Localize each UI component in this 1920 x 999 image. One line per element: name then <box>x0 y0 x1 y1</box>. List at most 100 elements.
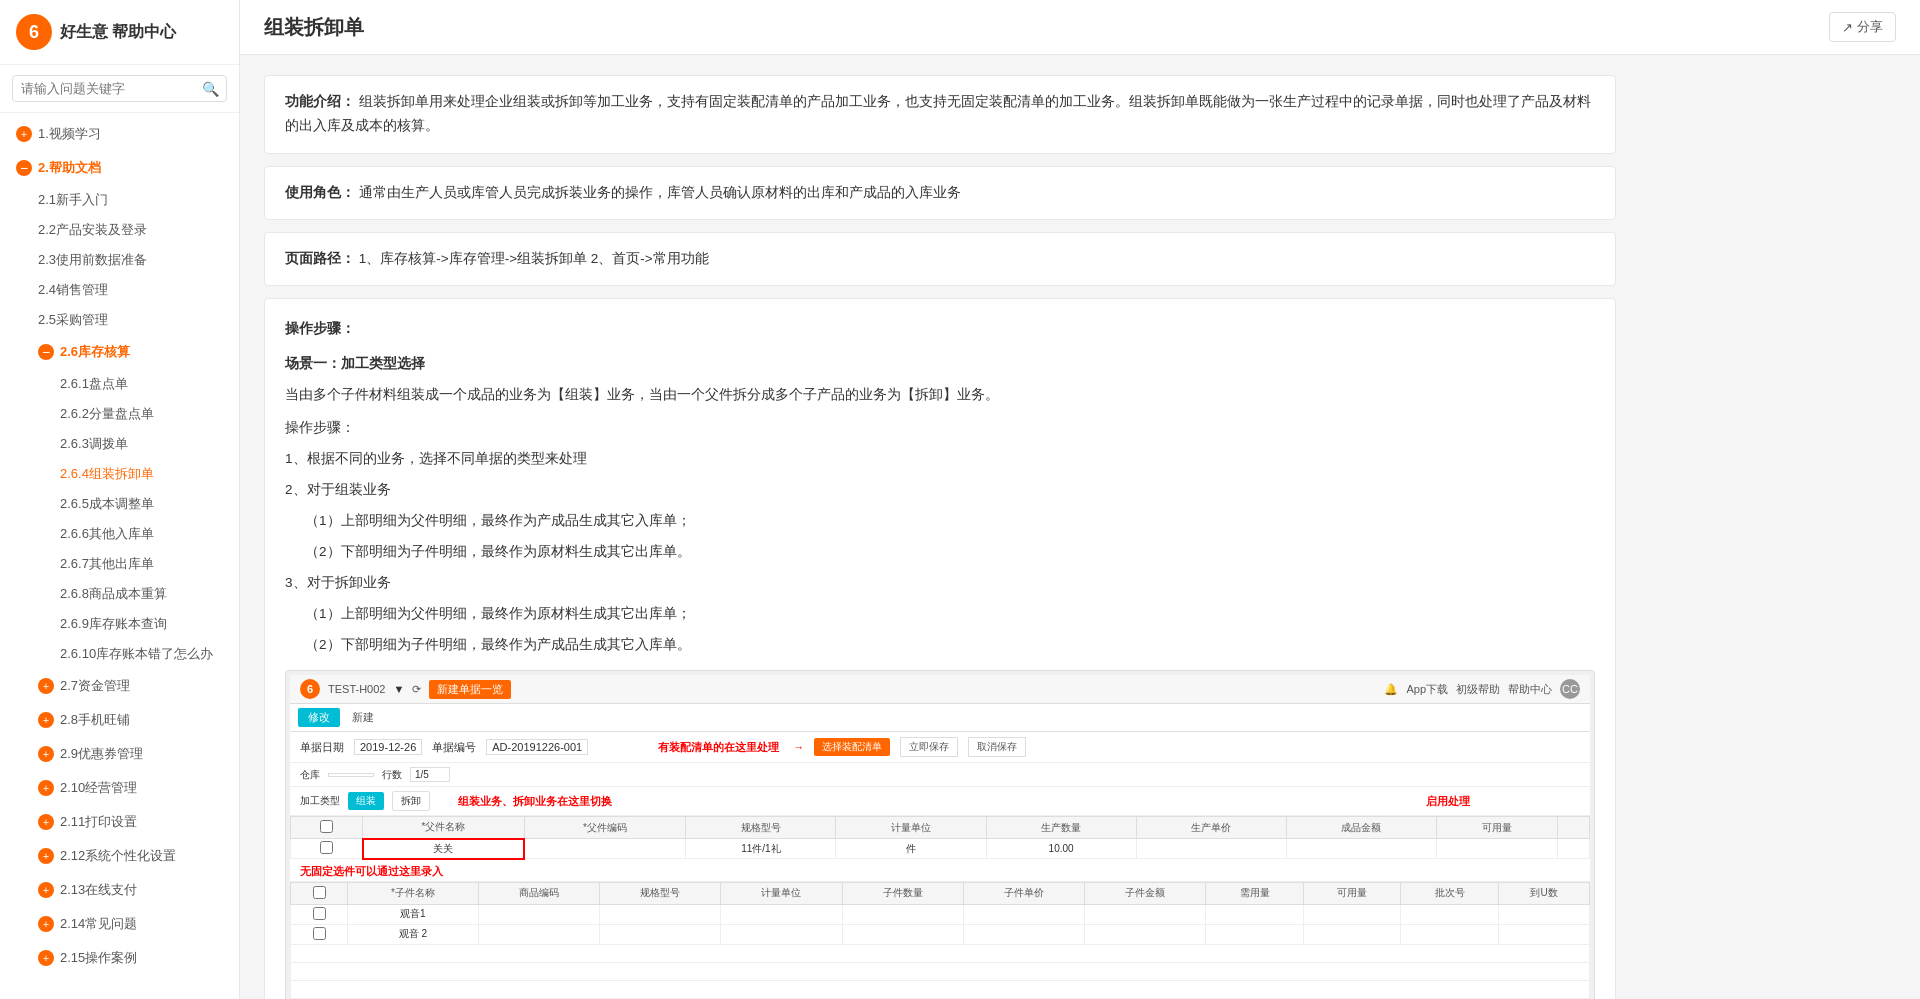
mockup-type-label: 加工类型 <box>300 794 340 808</box>
feature-intro-label: 功能介绍： <box>285 94 355 109</box>
select-all-bottom[interactable] <box>313 886 326 899</box>
step2: 2、对于组装业务 <box>285 476 1595 503</box>
td-action <box>1557 839 1589 859</box>
sub-nav-2-6-3[interactable]: 2.6.3调拨单 <box>60 429 239 459</box>
mockup-choose-btn: 选择装配清单 <box>814 738 890 756</box>
mockup-subform: 仓库 行数 1/5 <box>290 763 1590 787</box>
user-role-label: 使用角色： <box>285 185 355 200</box>
mockup-type-row: 加工类型 组装 拆卸 组装业务、拆卸业务在这里切换 启用处理 <box>290 787 1590 816</box>
share-button[interactable]: ↗ 分享 <box>1829 12 1896 42</box>
mockup-rows-val: 1/5 <box>410 767 450 782</box>
b-row-check-1[interactable] <box>313 907 326 920</box>
sub-nav-2-6-7[interactable]: 2.6.7其他出库单 <box>60 549 239 579</box>
th-avail: 可用量 <box>1436 817 1557 839</box>
empty-row-5 <box>291 980 1590 998</box>
mockup-bell-icon: 🔔 <box>1384 683 1398 696</box>
sub-nav-2-6-6[interactable]: 2.6.6其他入库单 <box>60 519 239 549</box>
th-b-amt: 子件金额 <box>1085 882 1206 904</box>
nav-label-2-15: 2.15操作案例 <box>60 949 137 967</box>
mockup-user: CC <box>1560 679 1580 699</box>
page-path-text: 1、库存核算->库存管理->组装拆卸单 2、首页->常用功能 <box>359 251 709 266</box>
mockup-top-tbody: 关关 11件/1礼 件 10.00 <box>291 839 1590 859</box>
row-check[interactable] <box>320 841 333 854</box>
annotation-has-list: 有装配清单的在这里处理 <box>658 740 779 755</box>
nav-item-2-13[interactable]: + 2.13在线支付 <box>38 873 239 907</box>
table-row <box>291 980 1590 998</box>
th-b-spec: 规格型号 <box>599 882 720 904</box>
plus-icon-2-15: + <box>38 950 54 966</box>
sub-nav-2-6-1[interactable]: 2.6.1盘点单 <box>60 369 239 399</box>
mockup-num-label: 单据编号 <box>432 740 476 755</box>
nav-item-2[interactable]: − 2.帮助文档 <box>0 151 239 185</box>
th-b-need: 需用量 <box>1206 882 1304 904</box>
nav-label-2-12: 2.12系统个性化设置 <box>60 847 176 865</box>
td-b-batch-2 <box>1401 924 1499 944</box>
steps-title: 操作步骤： <box>285 315 1595 342</box>
nav-item-2-12[interactable]: + 2.12系统个性化设置 <box>38 839 239 873</box>
nav-item-2-10[interactable]: + 2.10经营管理 <box>38 771 239 805</box>
select-all-top[interactable] <box>320 820 333 833</box>
td-prod-qty: 10.00 <box>986 839 1136 859</box>
mockup-header-right: 🔔 App下载 初级帮助 帮助中心 CC <box>1384 679 1580 699</box>
td-avail <box>1436 839 1557 859</box>
steps-label: 操作步骤： <box>285 414 1595 441</box>
step3: 3、对于拆卸业务 <box>285 569 1595 596</box>
nav-item-2-8[interactable]: + 2.8手机旺铺 <box>38 703 239 737</box>
sub-nav-2-6-9[interactable]: 2.6.9库存账本查询 <box>60 609 239 639</box>
table-row <box>291 962 1590 980</box>
b-row-check-2[interactable] <box>313 927 326 940</box>
minus-icon-2-6: − <box>38 344 54 360</box>
nav-item-1[interactable]: + 1.视频学习 <box>0 117 239 151</box>
mockup-top-header-row: *父件名称 *父件编码 规格型号 计量单位 生产数量 生产单价 成品金额 可用量 <box>291 817 1590 839</box>
nav-item-2-15[interactable]: + 2.15操作案例 <box>38 941 239 975</box>
plus-icon-2-13: + <box>38 882 54 898</box>
sub-nav-2-1[interactable]: 2.1新手入门 <box>38 185 239 215</box>
td-b-qty-2 <box>842 924 963 944</box>
feature-intro-block: 功能介绍： 组装拆卸单用来处理企业组装或拆卸等加工业务，支持有固定装配清单的产品… <box>264 75 1616 154</box>
td-b-unit-2 <box>721 924 842 944</box>
sub-nav-2-3[interactable]: 2.3使用前数据准备 <box>38 245 239 275</box>
minus-icon-2: − <box>16 160 32 176</box>
search-input[interactable] <box>12 75 227 102</box>
mockup-bottom-table: *子件名称 商品编码 规格型号 计量单位 子件数量 子件单价 子件金额 需用量 … <box>290 882 1590 999</box>
plus-icon-2-10: + <box>38 780 54 796</box>
sub-nav-2-6-2[interactable]: 2.6.2分量盘点单 <box>60 399 239 429</box>
content-area: 功能介绍： 组装拆卸单用来处理企业组装或拆卸等加工业务，支持有固定装配清单的产品… <box>240 55 1640 999</box>
nav-label-2-6: 2.6库存核算 <box>60 343 130 361</box>
th-action <box>1557 817 1589 839</box>
th-finish-amt: 成品金额 <box>1286 817 1436 839</box>
plus-icon-2-11: + <box>38 814 54 830</box>
nav-label-1: 1.视频学习 <box>38 125 101 143</box>
sub-nav-2-6-10[interactable]: 2.6.10库存账本错了怎么办 <box>60 639 239 669</box>
sub-nav-2-4[interactable]: 2.4销售管理 <box>38 275 239 305</box>
mockup-date-val: 2019-12-26 <box>354 739 422 755</box>
sub-nav-2-5[interactable]: 2.5采购管理 <box>38 305 239 335</box>
nav-label-2-10: 2.10经营管理 <box>60 779 137 797</box>
step3-sub1: （1）上部明细为父件明细，最终作为原材料生成其它出库单； <box>305 600 1595 627</box>
sub-nav-2-6: 2.6.1盘点单 2.6.2分量盘点单 2.6.3调拨单 2.6.4组装拆卸单 … <box>60 369 239 669</box>
nav-item-2-9[interactable]: + 2.9优惠券管理 <box>38 737 239 771</box>
nav-item-2-11[interactable]: + 2.11打印设置 <box>38 805 239 839</box>
nav-item-2-7[interactable]: + 2.7资金管理 <box>38 669 239 703</box>
sub-nav-2-6-8[interactable]: 2.6.8商品成本重算 <box>60 579 239 609</box>
plus-icon-2-9: + <box>38 746 54 762</box>
th-b-unit: 计量单位 <box>721 882 842 904</box>
sub-nav-2-6-4[interactable]: 2.6.4组装拆卸单 <box>60 459 239 489</box>
nav-label-2-9: 2.9优惠券管理 <box>60 745 143 763</box>
td-b-amt-1 <box>1085 904 1206 924</box>
td-unit: 件 <box>836 839 986 859</box>
nav-item-2-14[interactable]: + 2.14常见问题 <box>38 907 239 941</box>
td-finish-amt <box>1286 839 1436 859</box>
sub-nav-2-6-5[interactable]: 2.6.5成本调整单 <box>60 489 239 519</box>
td-b-need-2 <box>1206 924 1304 944</box>
td-b-code-2 <box>478 924 599 944</box>
td-b-action-2 <box>1499 924 1590 944</box>
th-b-batch: 批次号 <box>1401 882 1499 904</box>
sub-nav-2-2[interactable]: 2.2产品安装及登录 <box>38 215 239 245</box>
sub-nav-2: 2.1新手入门 2.2产品安装及登录 2.3使用前数据准备 2.4销售管理 2.… <box>0 185 239 975</box>
td-b-code-1 <box>478 904 599 924</box>
mockup-form-row: 单据日期 2019-12-26 单据编号 AD-20191226-001 有装配… <box>290 732 1590 763</box>
plus-icon-2-12: + <box>38 848 54 864</box>
td-b-price-1 <box>963 904 1084 924</box>
nav-item-2-6[interactable]: − 2.6库存核算 <box>38 335 239 369</box>
